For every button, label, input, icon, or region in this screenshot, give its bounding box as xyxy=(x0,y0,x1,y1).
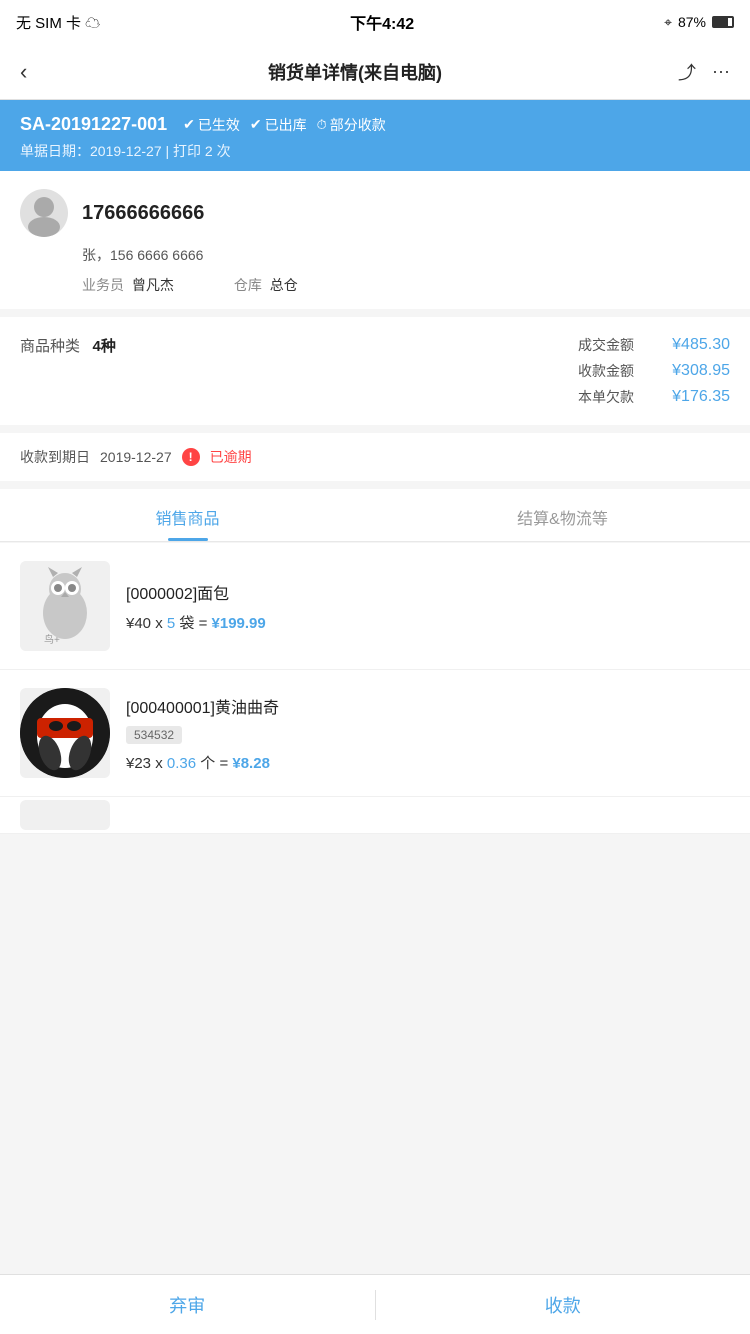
product-type-label: 商品种类 xyxy=(20,338,80,355)
status-effective: ✔ 已生效 xyxy=(183,115,240,135)
order-header-banner: SA-20191227-001 ✔ 已生效 ✔ 已出库 ⏱ 部分收款 单据日期：… xyxy=(0,100,750,171)
status-partial-payment: ⏱ 部分收款 xyxy=(317,115,386,135)
battery-icon: ⌖ xyxy=(664,14,672,31)
product-price-1: ¥40 x 5 袋 = ¥199.99 xyxy=(126,612,730,633)
price-unit-2: 个 xyxy=(200,755,215,772)
product-tag-2: 534532 xyxy=(126,726,182,744)
cancel-review-button[interactable]: 弃审 xyxy=(0,1275,375,1334)
tab-settlement-logistics[interactable]: 结算&物流等 xyxy=(375,489,750,541)
product-name-1: [0000002]面包 xyxy=(126,580,730,604)
product-type-item: 商品种类 4种 xyxy=(20,335,116,356)
tabs-section: 销售商品 结算&物流等 xyxy=(0,489,750,542)
price-base-2: ¥23 xyxy=(126,755,151,772)
stats-left: 商品种类 4种 xyxy=(20,335,116,356)
status-bar: 无 SIM 卡 ☁ 下午4:42 ⌖ 87% xyxy=(0,0,750,44)
price-eq-2: = xyxy=(219,755,232,772)
stats-section: 商品种类 4种 成交金额 ¥485.30 收款金额 ¥308.95 本单欠款 ¥… xyxy=(0,317,750,425)
customer-section: 17666666666 张，156 6666 6666 业务员 曾凡杰 仓库 总… xyxy=(0,171,750,309)
price-x-1: x xyxy=(155,615,167,632)
owl-thumb-svg: 鸟+ xyxy=(20,561,110,651)
product-item-2: [000400001]黄油曲奇 534532 ¥23 x 0.36 个 = ¥8… xyxy=(0,670,750,797)
receipt-amount-row: 收款金额 ¥308.95 xyxy=(578,361,730,381)
price-base-1: ¥40 xyxy=(126,615,151,632)
price-qty-1: 5 xyxy=(167,615,175,632)
order-date: 单据日期：2019-12-27 | 打印 2 次 xyxy=(20,141,730,161)
battery-bar xyxy=(712,16,734,28)
avatar-svg xyxy=(20,189,68,237)
status-time: 下午4:42 xyxy=(350,10,414,34)
price-total-1: ¥199.99 xyxy=(212,615,266,632)
battery-percent: 87% xyxy=(678,14,706,30)
price-unit-1: 袋 xyxy=(179,615,194,632)
warehouse-value: 总仓 xyxy=(270,277,298,293)
status-shipped: ✔ 已出库 xyxy=(250,115,307,135)
back-button[interactable]: ‹ xyxy=(20,59,60,85)
debt-label: 本单欠款 xyxy=(578,387,634,407)
check-icon-1: ✔ xyxy=(183,116,195,133)
product-info-1: [0000002]面包 ¥40 x 5 袋 = ¥199.99 xyxy=(126,580,730,633)
warehouse-label: 仓库 xyxy=(234,277,262,293)
product-price-2: ¥23 x 0.36 个 = ¥8.28 xyxy=(126,752,730,773)
customer-name-detail: 张，156 6666 6666 xyxy=(20,245,730,265)
products-section: 鸟+ [0000002]面包 ¥40 x 5 袋 = ¥199.99 xyxy=(0,543,750,834)
more-icon[interactable]: ··· xyxy=(712,61,730,82)
salesperson-label: 业务员 xyxy=(82,277,124,293)
stats-right: 成交金额 ¥485.30 收款金额 ¥308.95 本单欠款 ¥176.35 xyxy=(578,335,730,407)
debt-amount-row: 本单欠款 ¥176.35 xyxy=(578,387,730,407)
deal-value: ¥485.30 xyxy=(650,336,730,354)
price-eq-1: = xyxy=(199,615,212,632)
due-date-label: 收款到期日 xyxy=(20,447,90,467)
product-item-1: 鸟+ [0000002]面包 ¥40 x 5 袋 = ¥199.99 xyxy=(0,543,750,670)
receipt-label: 收款金额 xyxy=(578,361,634,381)
product-item-3-partial xyxy=(0,797,750,834)
tab-sales-products[interactable]: 销售商品 xyxy=(0,489,375,541)
collect-payment-button[interactable]: 收款 xyxy=(376,1275,750,1334)
deal-label: 成交金额 xyxy=(578,335,634,355)
avatar xyxy=(20,189,68,237)
nav-actions: ⤴ ··· xyxy=(650,59,730,85)
due-date-value: 2019-12-27 xyxy=(100,449,172,465)
customer-meta: 业务员 曾凡杰 仓库 总仓 xyxy=(20,275,730,295)
price-qty-2: 0.36 xyxy=(167,755,196,772)
debt-value: ¥176.35 xyxy=(650,388,730,406)
svg-text:鸟+: 鸟+ xyxy=(44,633,60,646)
order-number: SA-20191227-001 xyxy=(20,114,167,135)
product-thumb-2 xyxy=(20,688,110,778)
product-type-value: 4种 xyxy=(93,338,116,355)
price-x-2: x xyxy=(155,755,167,772)
ninja-thumb xyxy=(20,688,110,778)
warehouse-item: 仓库 总仓 xyxy=(234,275,298,295)
overdue-icon: ! xyxy=(182,448,200,466)
deal-amount-row: 成交金额 ¥485.30 xyxy=(578,335,730,355)
ninja-svg xyxy=(20,688,110,778)
customer-phone: 17666666666 xyxy=(82,202,204,225)
check-icon-2: ✔ xyxy=(250,116,262,133)
order-status-tags: ✔ 已生效 ✔ 已出库 ⏱ 部分收款 xyxy=(183,115,386,135)
salesperson-item: 业务员 曾凡杰 xyxy=(82,275,174,295)
due-date-section: 收款到期日 2019-12-27 ! 已逾期 xyxy=(0,433,750,481)
share-icon[interactable]: ⤴ xyxy=(678,59,696,85)
salesperson-value: 曾凡杰 xyxy=(132,277,174,293)
sim-status: 无 SIM 卡 ☁ xyxy=(16,12,100,33)
status-left: 无 SIM 卡 ☁ xyxy=(16,12,100,33)
status-right: ⌖ 87% xyxy=(664,14,734,31)
product-thumb-3 xyxy=(20,800,110,830)
product-name-2: [000400001]黄油曲奇 xyxy=(126,694,730,718)
page-title: 销货单详情(来自电脑) xyxy=(60,59,650,85)
bottom-action-bar: 弃审 收款 xyxy=(0,1274,750,1334)
nav-bar: ‹ 销货单详情(来自电脑) ⤴ ··· xyxy=(0,44,750,100)
price-total-2: ¥8.28 xyxy=(232,755,270,772)
receipt-value: ¥308.95 xyxy=(650,362,730,380)
clock-icon: ⏱ xyxy=(317,117,327,133)
product-thumb-1: 鸟+ xyxy=(20,561,110,651)
overdue-text: 已逾期 xyxy=(210,447,252,467)
product-info-2: [000400001]黄油曲奇 534532 ¥23 x 0.36 个 = ¥8… xyxy=(126,694,730,773)
